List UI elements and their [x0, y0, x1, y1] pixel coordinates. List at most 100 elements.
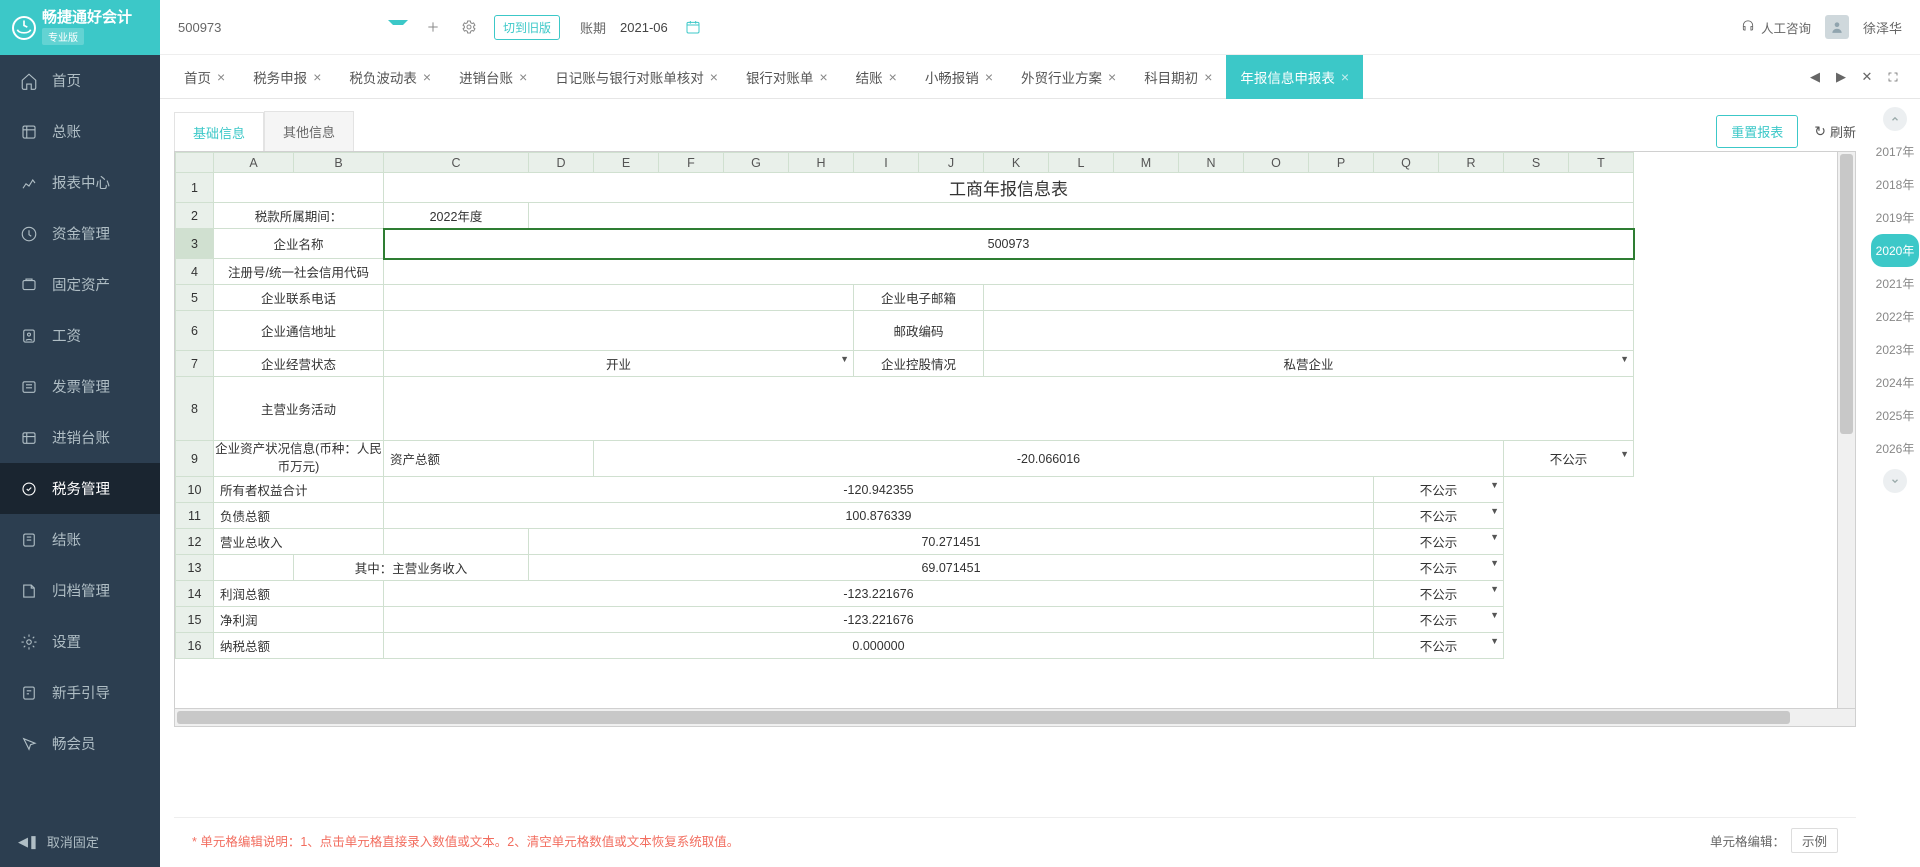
year-2022年[interactable]: 2022年	[1871, 300, 1919, 333]
tab-prev-icon[interactable]: ◀	[1804, 66, 1826, 88]
sidebar-item-7[interactable]: 进销台账	[0, 412, 160, 463]
tab-close-icon[interactable]: ×	[1341, 69, 1349, 85]
row-header[interactable]: 6	[176, 311, 214, 351]
year-2026年[interactable]: 2026年	[1871, 432, 1919, 465]
year-2018年[interactable]: 2018年	[1871, 168, 1919, 201]
sidebar-collapse[interactable]: ◀❚ 取消固定	[0, 816, 160, 867]
row-header[interactable]: 16	[176, 633, 214, 659]
publish-dropdown[interactable]: 不公示	[1374, 581, 1504, 607]
subtab-basic[interactable]: 基础信息	[174, 112, 264, 153]
col-header[interactable]: L	[1049, 153, 1114, 173]
sidebar-item-4[interactable]: 固定资产	[0, 259, 160, 310]
tab-close-all-icon[interactable]: ✕	[1856, 66, 1878, 88]
tab-3[interactable]: 进销台账×	[445, 55, 541, 99]
publish-dropdown[interactable]: 不公示	[1374, 555, 1504, 581]
tab-close-icon[interactable]: ×	[710, 69, 718, 85]
col-header[interactable]: H	[789, 153, 854, 173]
calendar-icon[interactable]	[682, 16, 704, 38]
col-header[interactable]: R	[1439, 153, 1504, 173]
refresh-button[interactable]: 刷新	[1814, 122, 1856, 141]
year-2020年[interactable]: 2020年	[1871, 234, 1919, 267]
fin-value[interactable]: 100.876339	[384, 503, 1374, 529]
col-header[interactable]: B	[294, 153, 384, 173]
sidebar-item-0[interactable]: 首页	[0, 55, 160, 106]
year-next-icon[interactable]	[1883, 469, 1907, 493]
col-header[interactable]: M	[1114, 153, 1179, 173]
col-header[interactable]: T	[1569, 153, 1634, 173]
col-header[interactable]: K	[984, 153, 1049, 173]
tab-8[interactable]: 外贸行业方案×	[1007, 55, 1130, 99]
col-header[interactable]: G	[724, 153, 789, 173]
tab-10[interactable]: 年报信息申报表×	[1226, 55, 1363, 99]
avatar[interactable]	[1825, 15, 1849, 39]
col-header[interactable]: C	[384, 153, 529, 173]
tab-close-icon[interactable]: ×	[819, 69, 827, 85]
col-header[interactable]: F	[659, 153, 724, 173]
year-2024年[interactable]: 2024年	[1871, 366, 1919, 399]
add-icon[interactable]	[422, 16, 444, 38]
sidebar-item-6[interactable]: 发票管理	[0, 361, 160, 412]
row-header[interactable]: 5	[176, 285, 214, 311]
fin-value[interactable]: 69.071451	[529, 555, 1374, 581]
row-header[interactable]: 2	[176, 203, 214, 229]
tab-9[interactable]: 科目期初×	[1130, 55, 1226, 99]
spreadsheet[interactable]: ABCDEFGHIJKLMNOPQRST1工商年报信息表2税款所属期间：2022…	[174, 151, 1856, 709]
col-header[interactable]: Q	[1374, 153, 1439, 173]
row-header[interactable]: 3	[176, 229, 214, 259]
year-2017年[interactable]: 2017年	[1871, 135, 1919, 168]
row-header[interactable]: 8	[176, 377, 214, 441]
publish-dropdown[interactable]: 不公示	[1374, 529, 1504, 555]
col-header[interactable]: S	[1504, 153, 1569, 173]
tab-close-icon[interactable]: ×	[423, 69, 431, 85]
year-prev-icon[interactable]	[1883, 107, 1907, 131]
row-header[interactable]: 12	[176, 529, 214, 555]
sidebar-item-3[interactable]: 资金管理	[0, 208, 160, 259]
publish-dropdown[interactable]: 不公示	[1374, 607, 1504, 633]
publish-dropdown[interactable]: 不公示	[1374, 633, 1504, 659]
fin-value[interactable]: 70.271451	[529, 529, 1374, 555]
vertical-scrollbar[interactable]	[1837, 152, 1855, 708]
year-2021年[interactable]: 2021年	[1871, 267, 1919, 300]
fin-value[interactable]: 0.000000	[384, 633, 1374, 659]
sidebar-item-2[interactable]: 报表中心	[0, 157, 160, 208]
col-header[interactable]: P	[1309, 153, 1374, 173]
horizontal-scrollbar[interactable]	[174, 709, 1856, 727]
old-version-button[interactable]: 切到旧版	[494, 15, 560, 40]
tab-6[interactable]: 结账×	[842, 55, 911, 99]
sidebar-item-11[interactable]: 设置	[0, 616, 160, 667]
company-name-cell[interactable]: 500973	[384, 229, 1634, 259]
tab-close-icon[interactable]: ×	[889, 69, 897, 85]
sidebar-item-12[interactable]: 新手引导	[0, 667, 160, 718]
row-header[interactable]: 14	[176, 581, 214, 607]
tab-close-icon[interactable]: ×	[1108, 69, 1116, 85]
tab-0[interactable]: 首页×	[170, 55, 239, 99]
year-2019年[interactable]: 2019年	[1871, 201, 1919, 234]
tab-7[interactable]: 小畅报销×	[911, 55, 1007, 99]
publish-dropdown[interactable]: 不公示	[1504, 441, 1634, 477]
row-header[interactable]: 13	[176, 555, 214, 581]
sidebar-item-13[interactable]: 畅会员	[0, 718, 160, 769]
sidebar-item-8[interactable]: 税务管理	[0, 463, 160, 514]
sidebar-item-5[interactable]: 工资	[0, 310, 160, 361]
col-header[interactable]: J	[919, 153, 984, 173]
tab-close-icon[interactable]: ×	[313, 69, 321, 85]
sheet-corner[interactable]	[176, 153, 214, 173]
row-header[interactable]: 7	[176, 351, 214, 377]
gear-icon[interactable]	[458, 16, 480, 38]
sidebar-item-9[interactable]: 结账	[0, 514, 160, 565]
year-2025年[interactable]: 2025年	[1871, 399, 1919, 432]
year-2023年[interactable]: 2023年	[1871, 333, 1919, 366]
col-header[interactable]: O	[1244, 153, 1309, 173]
row-header[interactable]: 1	[176, 173, 214, 203]
fin-value[interactable]: -120.942355	[384, 477, 1374, 503]
publish-dropdown[interactable]: 不公示	[1374, 477, 1504, 503]
org-selector[interactable]: 500973	[178, 20, 408, 35]
tab-5[interactable]: 银行对账单×	[732, 55, 842, 99]
row-header[interactable]: 9	[176, 441, 214, 477]
col-header[interactable]: N	[1179, 153, 1244, 173]
fin-value[interactable]: -123.221676	[384, 581, 1374, 607]
row-header[interactable]: 11	[176, 503, 214, 529]
status-dropdown[interactable]: 开业	[384, 351, 854, 377]
col-header[interactable]: E	[594, 153, 659, 173]
fin-value[interactable]: -123.221676	[384, 607, 1374, 633]
